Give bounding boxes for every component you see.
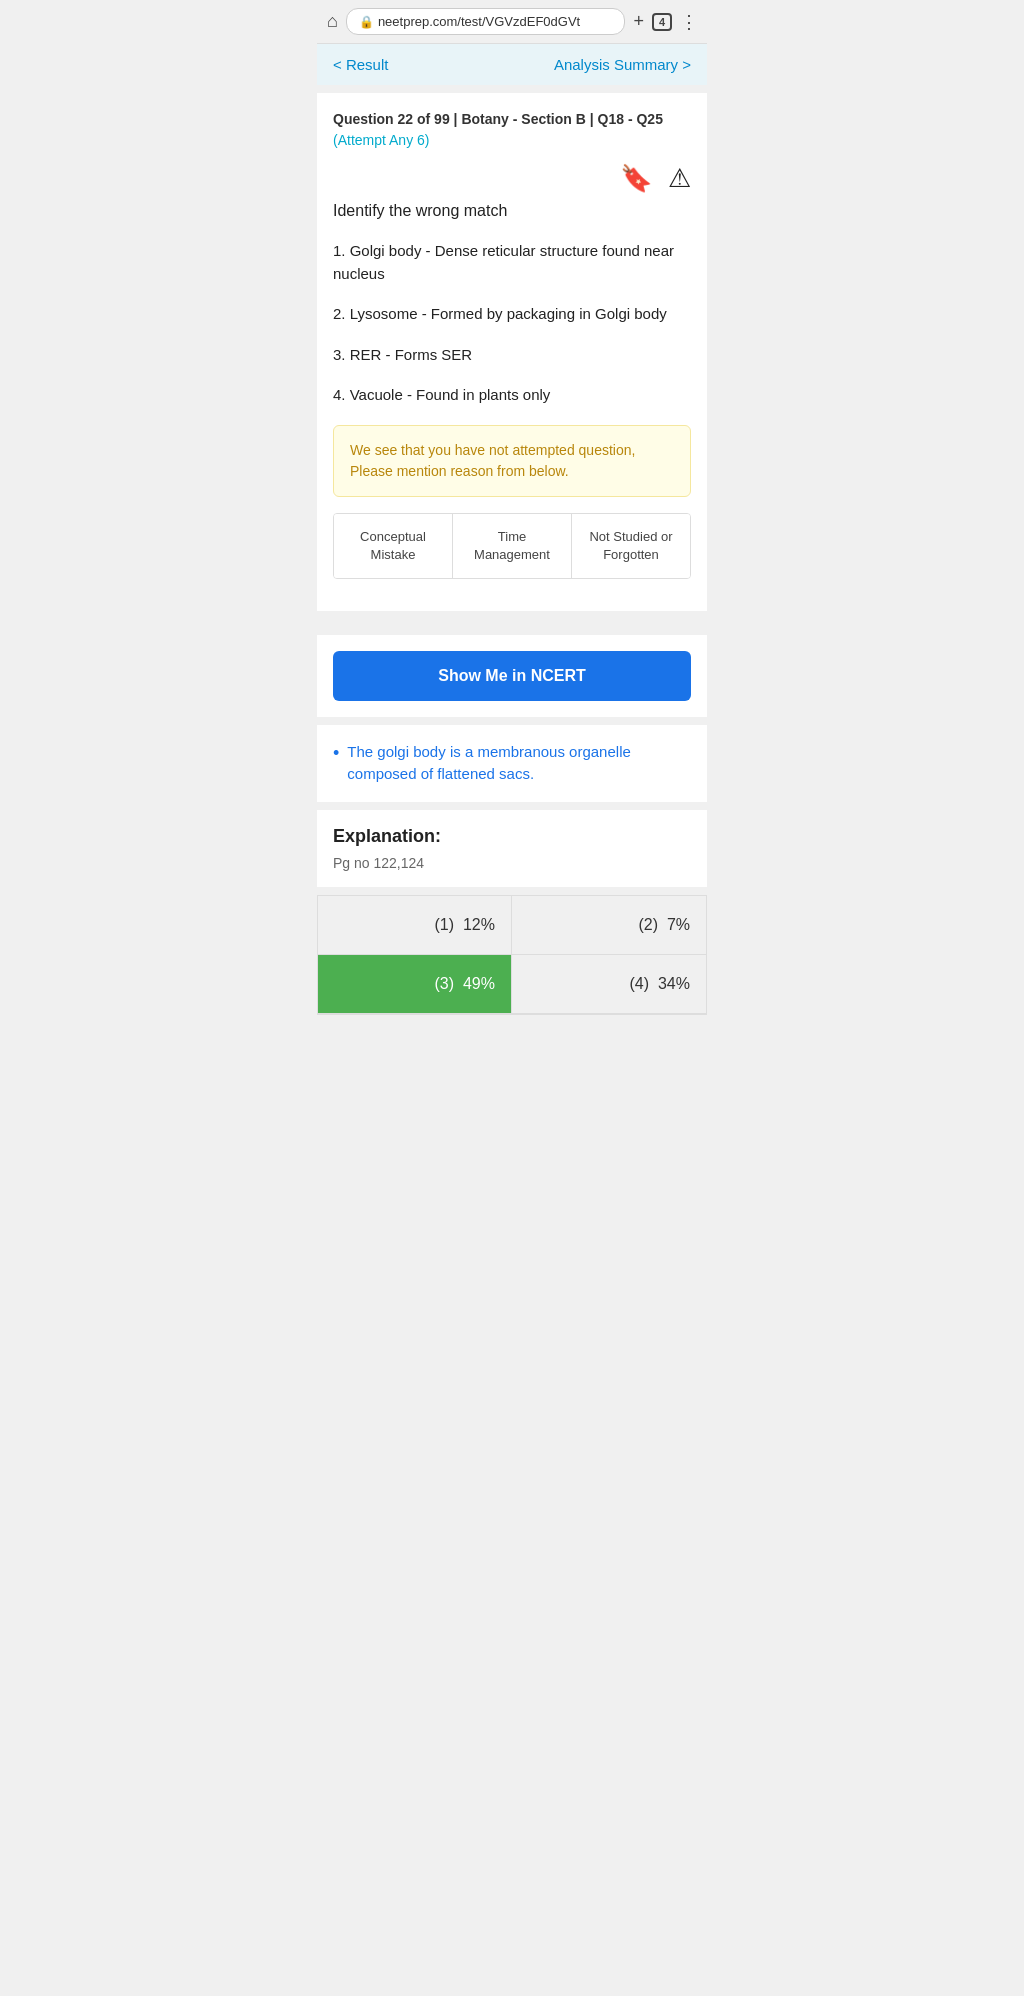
page-reference: Pg no 122,124 xyxy=(333,855,691,871)
stat-2-percent: 7% xyxy=(667,916,690,933)
ncert-bullet-text: The golgi body is a membranous organelle… xyxy=(347,741,691,786)
question-card: Question 22 of 99 | Botany - Section B |… xyxy=(317,93,707,611)
option-2[interactable]: 2. Lysosome - Formed by packaging in Gol… xyxy=(333,303,691,326)
ncert-button[interactable]: Show Me in NCERT xyxy=(333,651,691,701)
browser-chrome: ⌂ 🔒 neetprep.com/test/VGVzdEF0dGVt + 4 ⋮ xyxy=(317,0,707,44)
stat-4-percent: 34% xyxy=(658,975,690,992)
url-bar[interactable]: 🔒 neetprep.com/test/VGVzdEF0dGVt xyxy=(346,8,626,35)
ncert-section: Show Me in NCERT xyxy=(317,635,707,717)
stat-4: (4) 34% xyxy=(512,955,706,1014)
explanation-section: Explanation: Pg no 122,124 xyxy=(317,810,707,887)
question-number-label: Question 22 of 99 | xyxy=(333,111,461,127)
stat-2: (2) 7% xyxy=(512,896,706,955)
bookmark-icon[interactable]: 🔖 xyxy=(620,163,652,194)
reason-row: Conceptual Mistake Time Management Not S… xyxy=(333,513,691,579)
stat-3: (3) 49% xyxy=(318,955,512,1014)
attempt-label: (Attempt Any 6) xyxy=(333,132,429,148)
url-text: neetprep.com/test/VGVzdEF0dGVt xyxy=(378,14,580,29)
option-3[interactable]: 3. RER - Forms SER xyxy=(333,344,691,367)
menu-icon[interactable]: ⋮ xyxy=(680,11,697,33)
explanation-title: Explanation: xyxy=(333,826,691,847)
ncert-bullet-item: • The golgi body is a membranous organel… xyxy=(333,741,691,786)
bullet-dot: • xyxy=(333,743,339,764)
option-4[interactable]: 4. Vacuole - Found in plants only xyxy=(333,384,691,407)
question-text: Identify the wrong match xyxy=(333,202,691,220)
option-1[interactable]: 1. Golgi body - Dense reticular structur… xyxy=(333,240,691,285)
stat-3-percent: 49% xyxy=(463,975,495,992)
warning-box: We see that you have not attempted quest… xyxy=(333,425,691,497)
new-tab-icon[interactable]: + xyxy=(633,11,644,32)
subject-label: Botany - Section B | Q18 - Q25 xyxy=(461,111,663,127)
report-icon[interactable]: ⚠ xyxy=(668,163,691,194)
browser-actions: + 4 ⋮ xyxy=(633,11,697,33)
reason-not-studied[interactable]: Not Studied or Forgotten xyxy=(572,514,690,578)
reason-time[interactable]: Time Management xyxy=(453,514,572,578)
stat-1: (1) 12% xyxy=(318,896,512,955)
forward-button[interactable]: Analysis Summary > xyxy=(554,56,691,73)
ncert-content: • The golgi body is a membranous organel… xyxy=(317,725,707,802)
back-button[interactable]: < Result xyxy=(333,56,388,73)
home-icon[interactable]: ⌂ xyxy=(327,11,338,32)
reason-conceptual[interactable]: Conceptual Mistake xyxy=(334,514,453,578)
stats-grid: (1) 12% (2) 7% (3) 49% (4) 34% xyxy=(317,895,707,1015)
question-header: Question 22 of 99 | Botany - Section B |… xyxy=(333,109,691,151)
nav-bar: < Result Analysis Summary > xyxy=(317,44,707,85)
section-divider xyxy=(317,619,707,627)
lock-icon: 🔒 xyxy=(359,15,374,29)
tab-count-badge[interactable]: 4 xyxy=(652,13,672,31)
stat-1-percent: 12% xyxy=(463,916,495,933)
action-icons: 🔖 ⚠ xyxy=(333,163,691,194)
